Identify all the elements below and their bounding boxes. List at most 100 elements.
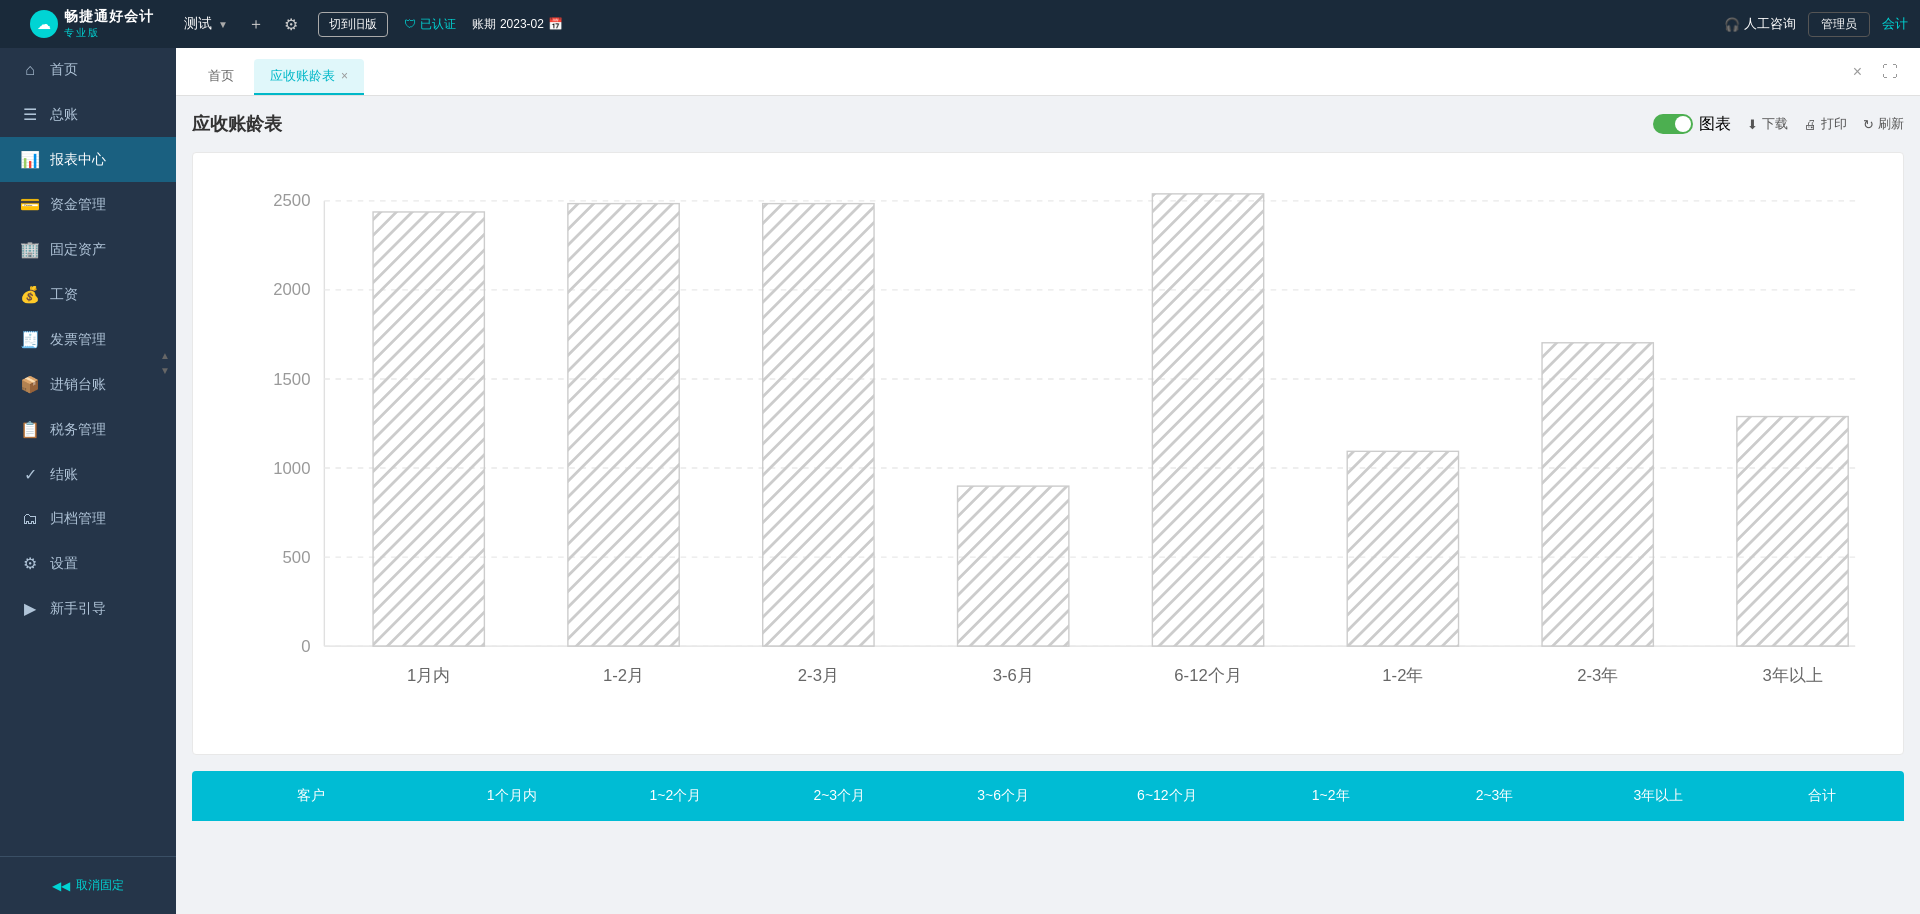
sidebar-item-ledger[interactable]: ☰ 总账 (0, 92, 176, 137)
sidebar-icon-asset: 🏢 (20, 240, 40, 259)
sidebar-item-report[interactable]: 📊 报表中心 (0, 137, 176, 182)
company-selector[interactable]: 测试 ▼ (184, 15, 228, 33)
scroll-down-arrow[interactable]: ▼ (158, 363, 172, 378)
expand-button[interactable]: ⛶ (1876, 61, 1904, 83)
chart-toggle[interactable]: 图表 (1653, 114, 1731, 135)
sidebar-scroll: ⌂ 首页 ☰ 总账 📊 报表中心 💳 资金管理 🏢 固定资产 💰 工资 🧾 发票… (0, 48, 176, 856)
report-actions: 图表 ⬇ 下载 🖨 打印 ↻ 刷新 (1653, 114, 1904, 135)
print-button[interactable]: 🖨 打印 (1804, 115, 1847, 133)
svg-text:2-3月: 2-3月 (798, 666, 839, 685)
company-name: 测试 (184, 15, 212, 33)
bar-6-12月 (1152, 194, 1263, 646)
svg-text:500: 500 (283, 548, 311, 567)
table-header-客户: 客户 (192, 771, 430, 821)
sidebar-item-tax[interactable]: 📋 税务管理 (0, 407, 176, 452)
download-button[interactable]: ⬇ 下载 (1747, 115, 1788, 133)
period-label: 账期 (472, 16, 496, 33)
sidebar-icon-wage: 💰 (20, 285, 40, 304)
svg-text:6-12个月: 6-12个月 (1174, 666, 1241, 685)
table-header-6~12个月: 6~12个月 (1085, 771, 1249, 821)
report-title: 应收账龄表 (192, 112, 282, 136)
table-header-合计: 合计 (1740, 771, 1904, 821)
certified-label: 已认证 (420, 16, 456, 33)
sidebar-item-archive[interactable]: 🗂 归档管理 (0, 497, 176, 541)
switch-old-button[interactable]: 切到旧版 (318, 12, 388, 37)
account-button[interactable]: 会计 (1882, 15, 1908, 33)
pin-icon: ◀◀ (52, 879, 70, 893)
sidebar-item-guide[interactable]: ▶ 新手引导 (0, 586, 176, 631)
page-content: 应收账龄表 图表 ⬇ 下载 🖨 打印 (176, 96, 1920, 914)
sidebar-icon-settings: ⚙ (20, 554, 40, 573)
sidebar-label-checkout: 结账 (50, 466, 78, 484)
svg-text:1-2年: 1-2年 (1382, 666, 1423, 685)
sidebar-icon-ledger: ☰ (20, 105, 40, 124)
svg-text:3年以上: 3年以上 (1762, 666, 1822, 685)
sidebar-label-home: 首页 (50, 61, 78, 79)
header-icons: ＋ ⚙ (244, 10, 302, 39)
header-right: 🎧 人工咨询 管理员 会计 (1724, 12, 1908, 37)
sidebar-item-home[interactable]: ⌂ 首页 (0, 48, 176, 92)
bar-2-3月 (763, 204, 874, 647)
sidebar-label-tax: 税务管理 (50, 421, 106, 439)
svg-text:1月内: 1月内 (407, 666, 450, 685)
settings-icon-btn[interactable]: ⚙ (280, 11, 302, 38)
sidebar-item-settings[interactable]: ⚙ 设置 (0, 541, 176, 586)
tab-ar_aging[interactable]: 应收账龄表× (254, 59, 364, 95)
top-header: ☁ 畅捷通好会计 专业版 测试 ▼ ＋ ⚙ 切到旧版 🛡 已认证 账期 2023… (0, 0, 1920, 48)
report-header: 应收账龄表 图表 ⬇ 下载 🖨 打印 (192, 112, 1904, 136)
shield-icon: 🛡 (404, 17, 416, 31)
svg-text:1500: 1500 (273, 370, 310, 389)
toggle-track[interactable] (1653, 114, 1693, 134)
tab-actions: × ⛶ (1847, 61, 1904, 83)
chart-toggle-label: 图表 (1699, 114, 1731, 135)
sidebar-label-settings: 设置 (50, 555, 78, 573)
table-header-1~2个月: 1~2个月 (594, 771, 758, 821)
scroll-up-arrow[interactable]: ▲ (158, 348, 172, 363)
bar-chart: 0 500 1000 1500 2000 2500 1月内 (213, 173, 1883, 730)
svg-text:2-3年: 2-3年 (1577, 666, 1618, 685)
sidebar-item-inventory[interactable]: 📦 进销台账 (0, 362, 176, 407)
calendar-icon[interactable]: 📅 (548, 17, 563, 31)
logo-area: ☁ 畅捷通好会计 专业版 (12, 8, 172, 40)
company-dropdown-arrow: ▼ (218, 19, 228, 30)
admin-button[interactable]: 管理员 (1808, 12, 1870, 37)
cancel-fixed-button[interactable]: ◀◀ 取消固定 (0, 867, 176, 904)
sidebar-item-wage[interactable]: 💰 工资 (0, 272, 176, 317)
bar-1-2年 (1347, 451, 1458, 646)
table-header-2~3个月: 2~3个月 (757, 771, 921, 821)
table-header-3~6个月: 3~6个月 (921, 771, 1085, 821)
logo-title: 畅捷通好会计 (64, 8, 154, 26)
sidebar: ⌂ 首页 ☰ 总账 📊 报表中心 💳 资金管理 🏢 固定资产 💰 工资 🧾 发票… (0, 48, 176, 914)
sidebar-label-inventory: 进销台账 (50, 376, 106, 394)
sidebar-item-asset[interactable]: 🏢 固定资产 (0, 227, 176, 272)
svg-text:2500: 2500 (273, 191, 310, 210)
sidebar-item-fund[interactable]: 💳 资金管理 (0, 182, 176, 227)
refresh-button[interactable]: ↻ 刷新 (1863, 115, 1904, 133)
headset-icon: 🎧 (1724, 17, 1740, 32)
sidebar-icon-fund: 💳 (20, 195, 40, 214)
sidebar-item-checkout[interactable]: ✓ 结账 (0, 452, 176, 497)
sidebar-item-invoice[interactable]: 🧾 发票管理 (0, 317, 176, 362)
svg-text:0: 0 (301, 637, 310, 656)
tab-home[interactable]: 首页 (192, 59, 250, 95)
sidebar-icon-archive: 🗂 (20, 510, 40, 528)
toggle-thumb (1675, 116, 1691, 132)
consult-button[interactable]: 🎧 人工咨询 (1724, 15, 1796, 33)
svg-text:3-6月: 3-6月 (993, 666, 1034, 685)
sidebar-icon-tax: 📋 (20, 420, 40, 439)
add-icon-btn[interactable]: ＋ (244, 10, 268, 39)
sidebar-icon-report: 📊 (20, 150, 40, 169)
sidebar-icon-invoice: 🧾 (20, 330, 40, 349)
sidebar-label-wage: 工资 (50, 286, 78, 304)
table-header-2~3年: 2~3年 (1413, 771, 1577, 821)
close-tab-button[interactable]: × (1847, 61, 1868, 83)
sidebar-label-report: 报表中心 (50, 151, 106, 169)
sidebar-label-archive: 归档管理 (50, 510, 106, 528)
tab-close-icon[interactable]: × (341, 69, 348, 83)
table-header: 客户1个月内1~2个月2~3个月3~6个月6~12个月1~2年2~3年3年以上合… (192, 771, 1904, 821)
bar-1月内 (373, 212, 484, 646)
table-header-1个月内: 1个月内 (430, 771, 594, 821)
sidebar-bottom: ◀◀ 取消固定 (0, 856, 176, 914)
certified-badge: 🛡 已认证 (404, 16, 456, 33)
chart-container: 0 500 1000 1500 2000 2500 1月内 (192, 152, 1904, 755)
